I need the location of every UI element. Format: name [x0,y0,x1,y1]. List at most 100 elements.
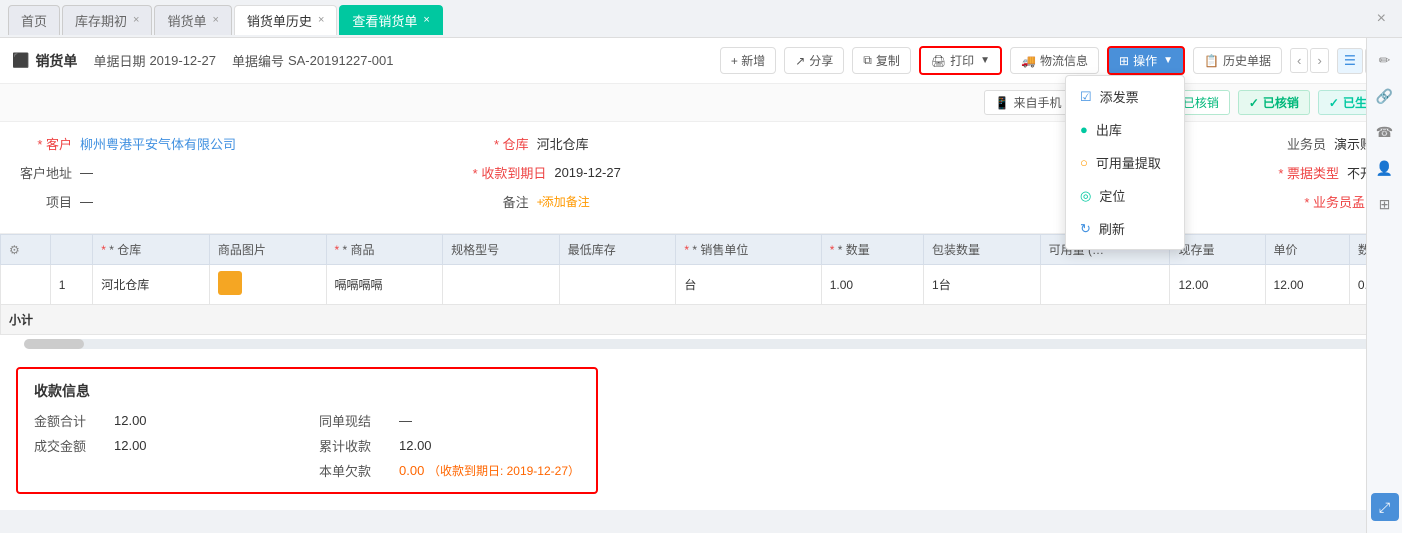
doc-header: ⬛ 销货单 单据日期 2019-12-27 单据编号 SA-20191227-0… [0,38,1402,84]
col-seq [50,235,92,265]
same-order-settle-label: 同单现结 [319,411,391,430]
subtotal-label-cell: 小计 [1,305,1402,335]
data-table: ⚙ * * 仓库 商品图片 * * 商品 规格型号 最低库存 * * 销售单位 … [0,234,1402,335]
doc-title-icon: ⬛ [12,52,29,69]
cumulative-payment-value: 12.00 [399,438,432,453]
bottom-area: 收款信息 金额合计 12.00 同单现结 — 成交金额 12.00 累计收款 1… [0,355,1402,510]
doc-date-value: 2019-12-27 [149,53,216,68]
dropdown-out-warehouse[interactable]: ● 出库 [1066,113,1184,146]
customer-value[interactable]: 柳州粤港平安气体有限公司 [80,134,236,153]
print-button[interactable]: 🖨 打印 ▼ [919,46,1002,75]
settings-gear-icon: ⚙ [9,243,20,257]
dropdown-locate[interactable]: ◎ 定位 [1066,179,1184,212]
address-value: — [80,165,93,180]
bottom-info-grid: 金额合计 12.00 同单现结 — 成交金额 12.00 累计收款 12.00 [34,411,580,480]
from-phone-button[interactable]: 📱 来自手机 [984,90,1073,115]
scrollbar-thumb[interactable] [24,339,84,349]
nav-prev[interactable]: ‹ [1290,48,1308,73]
note-group: 备注 + 添加备注 [473,192,930,211]
salesperson-label: 业务员 [1270,134,1330,153]
order-debt-value: 0.00 （收款到期日: 2019-12-27） [399,462,580,479]
sidebar-phone-icon[interactable]: ☎ [1371,118,1399,146]
col-product-img: 商品图片 [209,235,326,265]
out-warehouse-icon: ● [1080,122,1088,137]
tab-inventory-init[interactable]: 库存期初 × [62,5,152,35]
col-unit: * * 销售单位 [676,235,821,265]
tab-sales-history[interactable]: 销货单历史 × [234,5,337,35]
cell-product-img [209,265,326,305]
doc-title-text: 销货单 [35,51,77,71]
bottom-info-title: 收款信息 [34,381,580,401]
customer-group: * 客户 柳州粤港平安气体有限公司 [16,134,473,153]
close-all-tabs[interactable]: × [1369,6,1394,32]
tab-sales-order[interactable]: 销货单 × [154,5,231,35]
dropdown-refresh[interactable]: ↻ 刷新 [1066,212,1184,245]
phone-icon: 📱 [995,96,1010,110]
cell-settings [1,265,51,305]
operations-icon: ⊞ [1119,54,1129,68]
subtotal-row: 小计 [1,305,1402,335]
doc-number-value: SA-20191227-001 [288,53,394,68]
cell-available [1040,265,1170,305]
tab-home[interactable]: 首页 [8,5,60,35]
tab-close-view-sales[interactable]: × [423,14,429,26]
add-note-button[interactable]: + 添加备注 [537,193,590,210]
cell-warehouse: 河北仓库 [93,265,210,305]
col-unit-price: 单价 [1265,235,1349,265]
logistics-button[interactable]: 🚚 物流信息 [1010,47,1099,74]
dropdown-quantity-fetch[interactable]: ○ 可用量提取 [1066,146,1184,179]
new-button[interactable]: + 新增 [720,47,776,74]
salesperson2-label: * 业务员孟 [1304,192,1369,211]
check-circle-icon: ✓ [1249,96,1259,110]
dropdown-add-invoice[interactable]: ☑ 添发票 [1066,80,1184,113]
ticket-type-label: * 票据类型 [1278,163,1343,182]
col-qty: * * 数量 [821,235,923,265]
amount-total-value: 12.00 [114,413,147,428]
sidebar-expand-icon[interactable]: ⤢ [1371,493,1399,521]
operations-dropdown: ☑ 添发票 ● 出库 ○ 可用量提取 ◎ 定位 [1065,75,1185,250]
warehouse-value: 河北仓库 [537,134,589,153]
cumulative-payment-row: 累计收款 12.00 [319,436,580,455]
cell-current-stock: 12.00 [1170,265,1265,305]
tab-close-sales-history[interactable]: × [318,14,324,26]
tab-close-inventory-init[interactable]: × [133,14,139,26]
sidebar-link-icon[interactable]: 🔗 [1371,82,1399,110]
cell-spec [443,265,560,305]
sidebar-edit-icon[interactable]: ✏ [1371,46,1399,74]
note-label: 备注 [473,192,533,211]
view-list[interactable]: ☰ [1337,48,1363,74]
effective-icon: ✓ [1329,96,1339,110]
col-settings[interactable]: ⚙ [1,235,51,265]
share-button[interactable]: ↗ 分享 [784,47,844,74]
tab-close-sales-order[interactable]: × [212,14,218,26]
table-row: 1 河北仓库 嗝嗝嗝嗝 台 1.00 1台 12.00 12.00 0. [1,265,1402,305]
amount-total-row: 金额合计 12.00 [34,411,295,430]
due-date-value: 2019-12-27 [554,165,621,180]
warehouse-group: * 仓库 河北仓库 [473,134,930,153]
project-label: 项目 [16,192,76,211]
cell-qty: 1.00 [821,265,923,305]
doc-meta: 单据日期 2019-12-27 单据编号 SA-20191227-001 [93,51,393,70]
tab-view-sales[interactable]: 查看销货单 × [339,5,442,35]
address-group: 客户地址 — [16,163,473,182]
deal-amount-label: 成交金额 [34,436,106,455]
cell-min-stock [559,265,676,305]
nav-next[interactable]: › [1310,48,1328,73]
doc-number-label: 单据编号 [232,51,284,70]
locate-icon: ◎ [1080,188,1091,204]
operations-button[interactable]: ⊞ 操作 ▼ [1107,46,1185,75]
order-debt-label: 本单欠款 [319,461,391,480]
deal-amount-row: 成交金额 12.00 [34,436,295,455]
sidebar-grid-icon[interactable]: ⊞ [1371,190,1399,218]
doc-date: 单据日期 2019-12-27 [93,51,216,70]
copy-button[interactable]: ⧉ 复制 [852,47,911,74]
due-date-label: * 收款到期日 [473,163,551,182]
sidebar-user-icon[interactable]: 👤 [1371,154,1399,182]
table-scrollbar[interactable] [24,339,1378,349]
history-button[interactable]: 📋 历史单据 [1193,47,1282,74]
op-dropdown-icon: ▼ [1163,55,1173,66]
cell-unit-price: 12.00 [1265,265,1349,305]
due-date-group: * 收款到期日 2019-12-27 [473,163,930,182]
cumulative-payment-label: 累计收款 [319,436,391,455]
form-area: * 客户 柳州粤港平安气体有限公司 * 仓库 河北仓库 业务员 演示账号 客户地… [0,122,1402,233]
